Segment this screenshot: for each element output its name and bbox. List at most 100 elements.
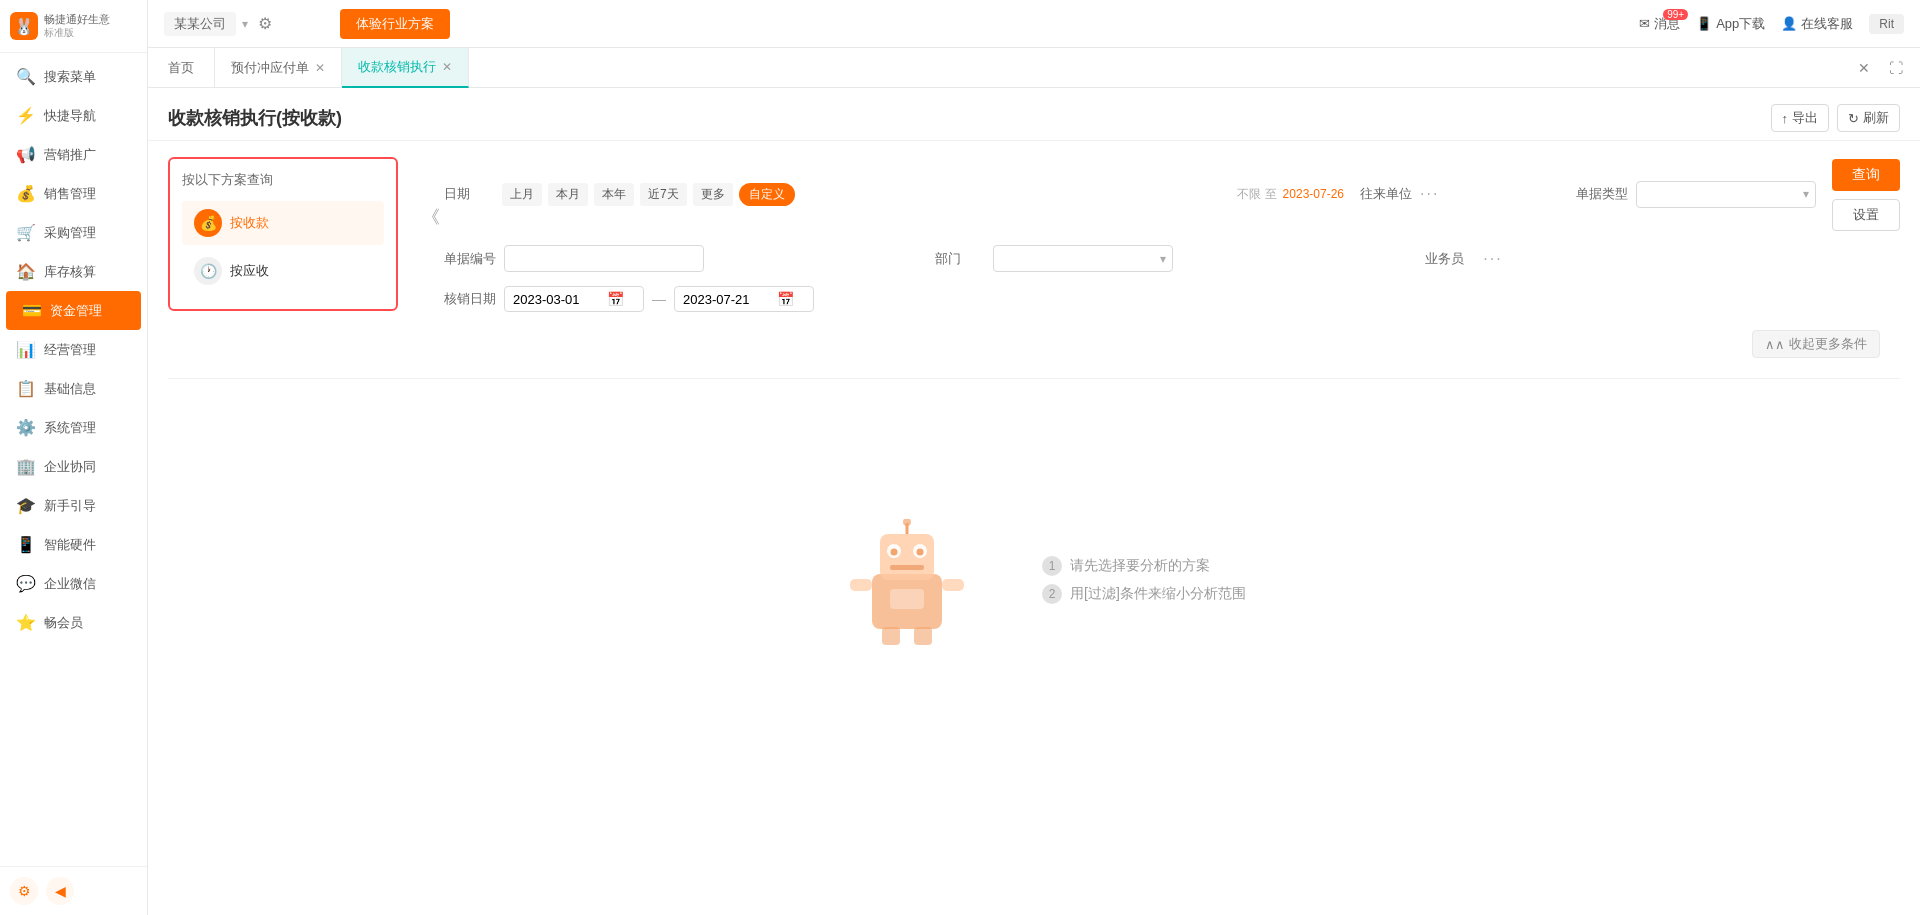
sidebar-item-marketing[interactable]: 📢 营销推广: [0, 135, 147, 174]
hint-num-1: 1: [1042, 556, 1062, 576]
filter-option-by-receivable[interactable]: 🕐 按应收: [182, 249, 384, 293]
sidebar-label-operations: 经营管理: [44, 341, 96, 359]
user-name[interactable]: Rit: [1869, 14, 1904, 34]
logo-text-block: 畅捷通好生意 标准版: [44, 12, 110, 40]
filter-sidebar-collapse-btn[interactable]: 《: [418, 197, 444, 237]
service-icon: 👤: [1781, 16, 1797, 31]
date-btn-custom[interactable]: 自定义: [739, 183, 795, 206]
sidebar-item-quicknav[interactable]: ⚡ 快捷导航: [0, 96, 147, 135]
company-name: 某某公司: [164, 12, 236, 36]
verify-date-start-input[interactable]: [513, 292, 603, 307]
date-btn-this-year[interactable]: 本年: [594, 183, 634, 206]
sidebar-item-operations[interactable]: 📊 经营管理: [0, 330, 147, 369]
date-suffix-area: 不限 至 2023-07-26: [1237, 186, 1344, 203]
sidebar-item-search[interactable]: 🔍 搜索菜单: [0, 57, 147, 96]
filter-option-by-receipt[interactable]: 💰 按收款: [182, 201, 384, 245]
company-dropdown-icon[interactable]: ▾: [242, 17, 248, 31]
svg-rect-6: [890, 565, 924, 570]
quicknav-icon: ⚡: [16, 106, 36, 125]
wechat-icon: 💬: [16, 574, 36, 593]
page-header-actions: ↑ 导出 ↻ 刷新: [1771, 104, 1901, 132]
sidebar-collapse-btn[interactable]: ◀: [46, 877, 74, 905]
calendar-end-icon[interactable]: 📅: [777, 291, 794, 307]
doctype-select[interactable]: [1637, 182, 1797, 207]
svg-rect-9: [850, 579, 872, 591]
topbar-actions: ✉ 消息 99+ 📱 App下载 👤 在线客服 Rit: [1639, 14, 1904, 34]
verify-date-end-input[interactable]: [683, 292, 773, 307]
inventory-icon: 🏠: [16, 262, 36, 281]
sidebar-settings-btn[interactable]: ⚙: [10, 877, 38, 905]
sidebar-item-basics[interactable]: 📋 基础信息: [0, 369, 147, 408]
calendar-start-icon[interactable]: 📅: [607, 291, 624, 307]
sidebar-label-purchase: 采购管理: [44, 224, 96, 242]
sidebar-item-system[interactable]: ⚙️ 系统管理: [0, 408, 147, 447]
date-btn-last-month[interactable]: 上月: [502, 183, 542, 206]
collapse-up-icon: ∧∧: [1765, 337, 1785, 352]
sidebar-item-funds[interactable]: 💳 资金管理: [6, 291, 141, 330]
svg-point-8: [903, 519, 911, 526]
collapse-row: ∧∧ 收起更多条件: [444, 326, 1900, 362]
svg-point-5: [917, 549, 924, 556]
sidebar-item-inventory[interactable]: 🏠 库存核算: [0, 252, 147, 291]
notifications-btn[interactable]: ✉ 消息 99+: [1639, 15, 1680, 33]
tab-receipt[interactable]: 收款核销执行 ✕: [342, 48, 469, 88]
docnumber-input[interactable]: [504, 245, 704, 272]
department-select-arrow: ▾: [1154, 252, 1172, 266]
doctype-field: 单据类型 ▾: [1576, 181, 1816, 208]
date-btn-this-month[interactable]: 本月: [548, 183, 588, 206]
date-btn-more[interactable]: 更多: [693, 183, 733, 206]
department-select[interactable]: [994, 246, 1154, 271]
sidebar-item-member[interactable]: ⭐ 畅会员: [0, 603, 147, 642]
sidebar-item-purchase[interactable]: 🛒 采购管理: [0, 213, 147, 252]
partner-label: 往来单位: [1360, 185, 1412, 203]
partner-field: 往来单位 ···: [1360, 185, 1560, 203]
logo-icon: 🐰: [10, 12, 38, 40]
sidebar-label-marketing: 营销推广: [44, 146, 96, 164]
sidebar-item-hardware[interactable]: 📱 智能硬件: [0, 525, 147, 564]
basics-icon: 📋: [16, 379, 36, 398]
setting-btn[interactable]: 设置: [1832, 199, 1900, 231]
sidebar-label-basics: 基础信息: [44, 380, 96, 398]
salesperson-dots[interactable]: ···: [1483, 250, 1502, 268]
sidebar-item-enterprise[interactable]: 🏢 企业协同: [0, 447, 147, 486]
message-icon: ✉: [1639, 16, 1650, 31]
topbar-gear-icon[interactable]: ⚙: [258, 14, 272, 33]
partner-dots[interactable]: ···: [1420, 185, 1439, 203]
sidebar-label-inventory: 库存核算: [44, 263, 96, 281]
topbar-company-area: 某某公司 ▾ ⚙: [164, 12, 324, 36]
collapse-more-btn[interactable]: ∧∧ 收起更多条件: [1752, 330, 1880, 358]
empty-hints: 1 请先选择要分析的方案 2 用[过滤]条件来缩小分析范围: [1042, 556, 1246, 612]
svg-point-4: [891, 549, 898, 556]
tab-prepay[interactable]: 预付冲应付单 ✕: [215, 48, 342, 88]
online-service-btn[interactable]: 👤 在线客服: [1781, 15, 1853, 33]
salesperson-label: 业务员: [1425, 250, 1475, 268]
industry-btn[interactable]: 体验行业方案: [340, 9, 450, 39]
svg-rect-11: [882, 627, 900, 645]
filter-row-1: 日期 上月 本月 本年 近7天 更多 自定义 不限 至: [444, 157, 1900, 231]
verify-date-end-group: 📅: [674, 286, 814, 312]
tab-receipt-close[interactable]: ✕: [442, 60, 452, 74]
query-btn[interactable]: 查询: [1832, 159, 1900, 191]
sidebar-label-guide: 新手引导: [44, 497, 96, 515]
sidebar-item-sales[interactable]: 💰 销售管理: [0, 174, 147, 213]
date-range-separator: —: [652, 291, 666, 307]
sidebar-item-guide[interactable]: 🎓 新手引导: [0, 486, 147, 525]
date-btn-7days[interactable]: 近7天: [640, 183, 687, 206]
purchase-icon: 🛒: [16, 223, 36, 242]
refresh-label: 刷新: [1863, 109, 1889, 127]
sidebar-label-quicknav: 快捷导航: [44, 107, 96, 125]
tab-prepay-close[interactable]: ✕: [315, 61, 325, 75]
export-btn[interactable]: ↑ 导出: [1771, 104, 1830, 132]
filter-row-3: 核销日期 📅 — 📅: [444, 286, 1900, 312]
filter-sidebar-title: 按以下方案查询: [182, 171, 384, 189]
online-service-label: 在线客服: [1801, 15, 1853, 33]
fullscreen-btn[interactable]: ⛶: [1884, 56, 1908, 80]
refresh-btn[interactable]: ↻ 刷新: [1837, 104, 1900, 132]
search-icon: 🔍: [16, 67, 36, 86]
logo-tag: 标准版: [44, 26, 110, 40]
sidebar-item-wechat[interactable]: 💬 企业微信: [0, 564, 147, 603]
close-window-btn[interactable]: ✕: [1852, 56, 1876, 80]
tab-home[interactable]: 首页: [148, 48, 215, 88]
date-suffix-label: 不限 至: [1237, 186, 1276, 203]
app-download-btn[interactable]: 📱 App下载: [1696, 15, 1765, 33]
